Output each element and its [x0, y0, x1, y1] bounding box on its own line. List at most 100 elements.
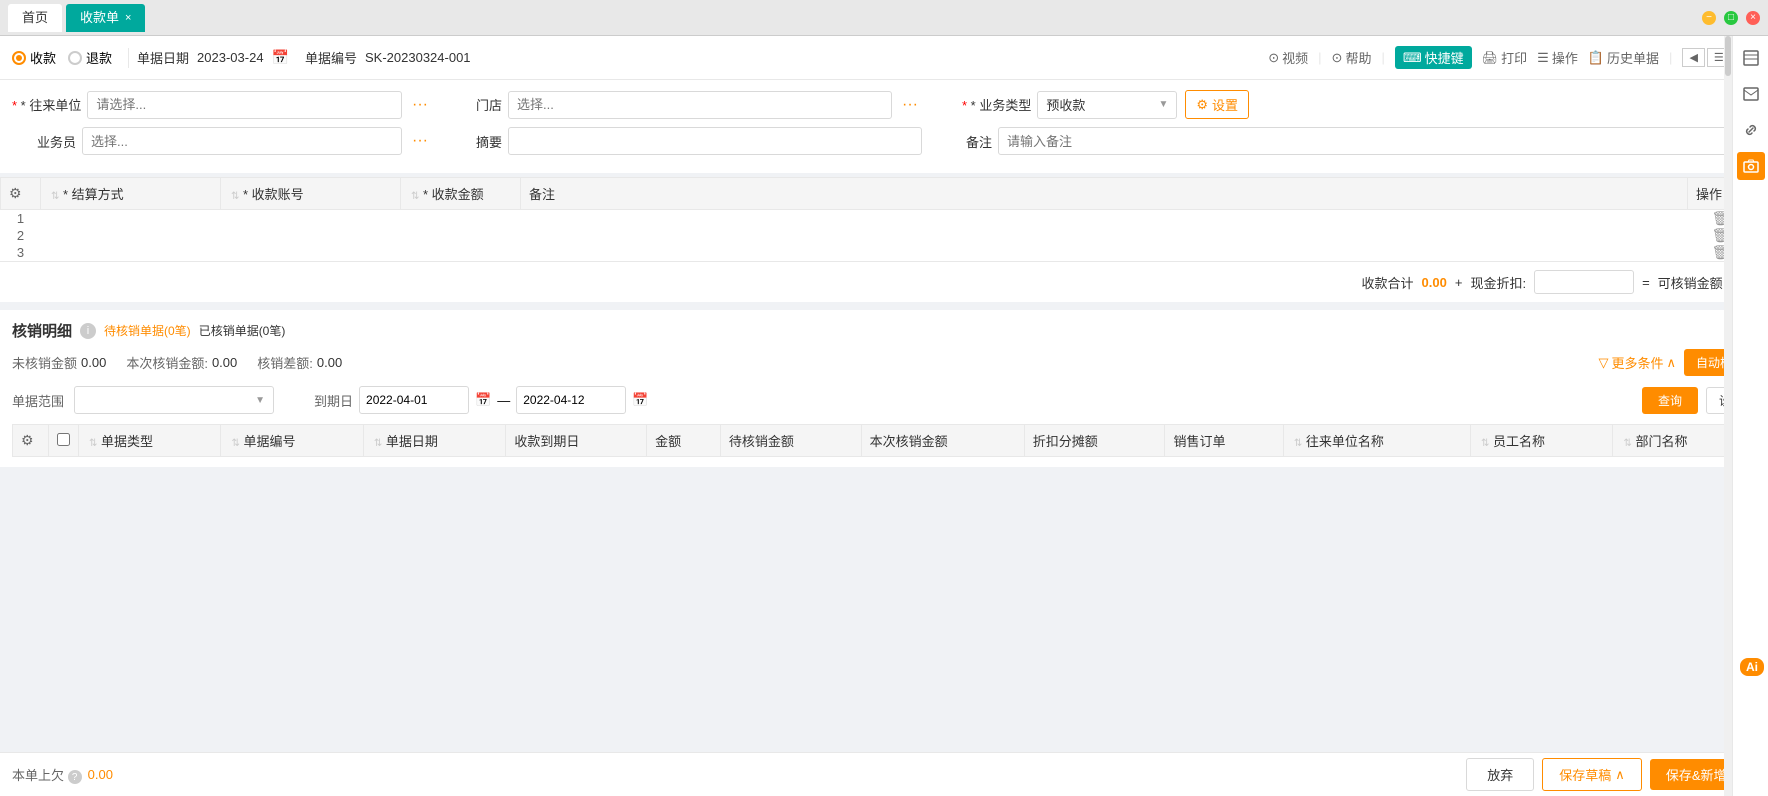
- save-draft-button[interactable]: 保存草稿 ∧: [1542, 758, 1642, 791]
- discount-input[interactable]: [1534, 270, 1634, 294]
- bottom-table: ⚙ ⇅ 单据类型 ⇅ 单据编号 ⇅ 单据日期 收款到期日 金额: [12, 424, 1756, 457]
- summary-input[interactable]: [508, 127, 922, 155]
- pending-tab[interactable]: 待核销单据(0笔): [104, 322, 191, 339]
- sidebar-mail-icon[interactable]: [1737, 80, 1765, 108]
- print-action[interactable]: 🖨 打印: [1482, 48, 1528, 67]
- sort-doc-number: ⇅: [231, 438, 239, 449]
- employee-more-icon[interactable]: ···: [408, 132, 432, 150]
- calendar-start-icon[interactable]: 📅: [475, 392, 491, 408]
- account-col: ⇅ * 收款账号: [221, 178, 401, 210]
- unchecked-value: 0.00: [81, 355, 106, 370]
- select-all-checkbox[interactable]: [57, 433, 70, 446]
- more-filter-btn[interactable]: ▽ 更多条件 ∧: [1598, 353, 1676, 372]
- payment-method-col: ⇅ * 结算方式: [41, 178, 221, 210]
- filter-row: 单据范围 ▼ 到期日 📅 — 📅 查询 设置: [12, 386, 1756, 414]
- due-start-input[interactable]: [359, 386, 469, 414]
- diff-label: 核销差额:: [257, 353, 313, 372]
- payment-method-cell-2[interactable]: [41, 227, 221, 244]
- amount-col: ⇅ * 收款金额: [401, 178, 521, 210]
- tab-home[interactable]: 首页: [8, 4, 62, 32]
- table-row: 3 🗑 ⧉: [1, 244, 1768, 261]
- amount-cell-1[interactable]: [401, 210, 521, 228]
- chevron-up-icon: ∧: [1666, 355, 1676, 371]
- query-button[interactable]: 查询: [1642, 387, 1698, 414]
- payment-method-cell-3[interactable]: [41, 244, 221, 261]
- maximize-button[interactable]: □: [1724, 11, 1738, 25]
- diff-stat: 核销差额: 0.00: [257, 353, 342, 372]
- tab-close-icon[interactable]: ×: [125, 4, 131, 32]
- note-input[interactable]: [998, 127, 1756, 155]
- stats-row: 未核销金额 0.00 本次核销金额: 0.00 核销差额: 0.00 ▽ 更多条…: [12, 349, 1756, 376]
- note-cell-1[interactable]: [521, 210, 1688, 228]
- store-label: 门店: [472, 95, 502, 114]
- scope-chevron-icon: ▼: [255, 395, 265, 406]
- table-row: 1 🗑 ⧉: [1, 210, 1768, 228]
- account-cell-2[interactable]: [221, 227, 401, 244]
- bottom-table-settings-icon[interactable]: ⚙: [21, 432, 34, 448]
- help-action[interactable]: ⊙ 帮助: [1332, 48, 1372, 67]
- radio-receipt-circle: [12, 51, 26, 65]
- scrollbar-thumb[interactable]: [1725, 36, 1731, 76]
- sort-icon: ⇅: [51, 191, 59, 202]
- store-input[interactable]: [508, 91, 892, 119]
- table-settings-icon[interactable]: ⚙: [9, 185, 22, 201]
- settings-button[interactable]: ⚙ 设置: [1185, 90, 1249, 119]
- shortcut-icon: ⌨: [1403, 50, 1422, 66]
- form-area: * 往来单位 ··· 门店 ··· * 业务类型 预收款 ▼ ⚙ 设置: [0, 80, 1768, 177]
- employee-label: 业务员: [12, 132, 76, 151]
- sort-employee: ⇅: [1481, 438, 1489, 449]
- scrollbar-track[interactable]: [1724, 36, 1732, 796]
- help-icon: ⊙: [1332, 50, 1343, 66]
- amount-cell-2[interactable]: [401, 227, 521, 244]
- account-cell-1[interactable]: [221, 210, 401, 228]
- sidebar-link-icon[interactable]: [1737, 116, 1765, 144]
- business-type-select[interactable]: 预收款 ▼: [1037, 91, 1177, 119]
- sidebar-camera-icon[interactable]: [1737, 152, 1765, 180]
- doc-type-col: ⇅ 单据类型: [79, 425, 221, 457]
- completed-tab[interactable]: 已核销单据(0笔): [199, 322, 286, 339]
- unchecked-label: 未核销金额: [12, 353, 77, 372]
- note-col: 备注: [521, 178, 1688, 210]
- view-list-btn[interactable]: ◀: [1682, 48, 1704, 67]
- close-button[interactable]: ×: [1746, 11, 1760, 25]
- calendar-end-icon[interactable]: 📅: [632, 392, 648, 408]
- partner-name-col: ⇅ 往来单位名称: [1283, 425, 1470, 457]
- minimize-button[interactable]: −: [1702, 11, 1716, 25]
- amount-cell-3[interactable]: [401, 244, 521, 261]
- operation-action[interactable]: ☰ 操作: [1537, 48, 1578, 67]
- date-label: 单据日期: [137, 48, 189, 67]
- tab-current[interactable]: 收款单 ×: [66, 4, 145, 32]
- note-cell-3[interactable]: [521, 244, 1688, 261]
- due-end-input[interactable]: [516, 386, 626, 414]
- scope-select[interactable]: ▼: [74, 386, 274, 414]
- ai-badge[interactable]: Ai: [1740, 658, 1764, 676]
- abandon-button[interactable]: 放弃: [1466, 758, 1534, 791]
- payment-method-cell-1[interactable]: [41, 210, 221, 228]
- info-icon[interactable]: i: [80, 323, 96, 339]
- radio-receipt-label: 收款: [30, 48, 56, 67]
- radio-refund[interactable]: 退款: [68, 48, 112, 67]
- store-more-icon[interactable]: ···: [898, 96, 922, 114]
- note-cell-2[interactable]: [521, 227, 1688, 244]
- calendar-icon[interactable]: 📅: [272, 49, 289, 66]
- account-cell-3[interactable]: [221, 244, 401, 261]
- video-icon: ⊙: [1268, 50, 1279, 66]
- employee-input[interactable]: [82, 127, 402, 155]
- radio-refund-label: 退款: [86, 48, 112, 67]
- sidebar-table-icon[interactable]: [1737, 44, 1765, 72]
- history-action[interactable]: 📋 历史单据: [1588, 48, 1659, 67]
- radio-receipt[interactable]: 收款: [12, 48, 56, 67]
- partner-input[interactable]: [87, 91, 402, 119]
- info-help-icon[interactable]: ?: [68, 770, 82, 784]
- shortcut-action[interactable]: ⌨ 快捷键: [1395, 46, 1472, 69]
- partner-label: * 往来单位: [12, 95, 81, 114]
- plus-sign: +: [1455, 275, 1463, 290]
- video-action[interactable]: ⊙ 视频: [1268, 48, 1308, 67]
- tab-bar: 首页 收款单 × − □ ×: [0, 0, 1768, 36]
- partner-more-icon[interactable]: ···: [408, 96, 432, 114]
- table-header: ⚙ ⇅ * 结算方式 ⇅ * 收款账号 ⇅ * 收款金额 备注 操作: [1, 178, 1768, 210]
- employee-name-col: ⇅ 员工名称: [1470, 425, 1612, 457]
- sales-order-col: 销售订单: [1165, 425, 1283, 457]
- checkbox-col: [49, 425, 79, 457]
- operation-icon: ☰: [1537, 50, 1549, 66]
